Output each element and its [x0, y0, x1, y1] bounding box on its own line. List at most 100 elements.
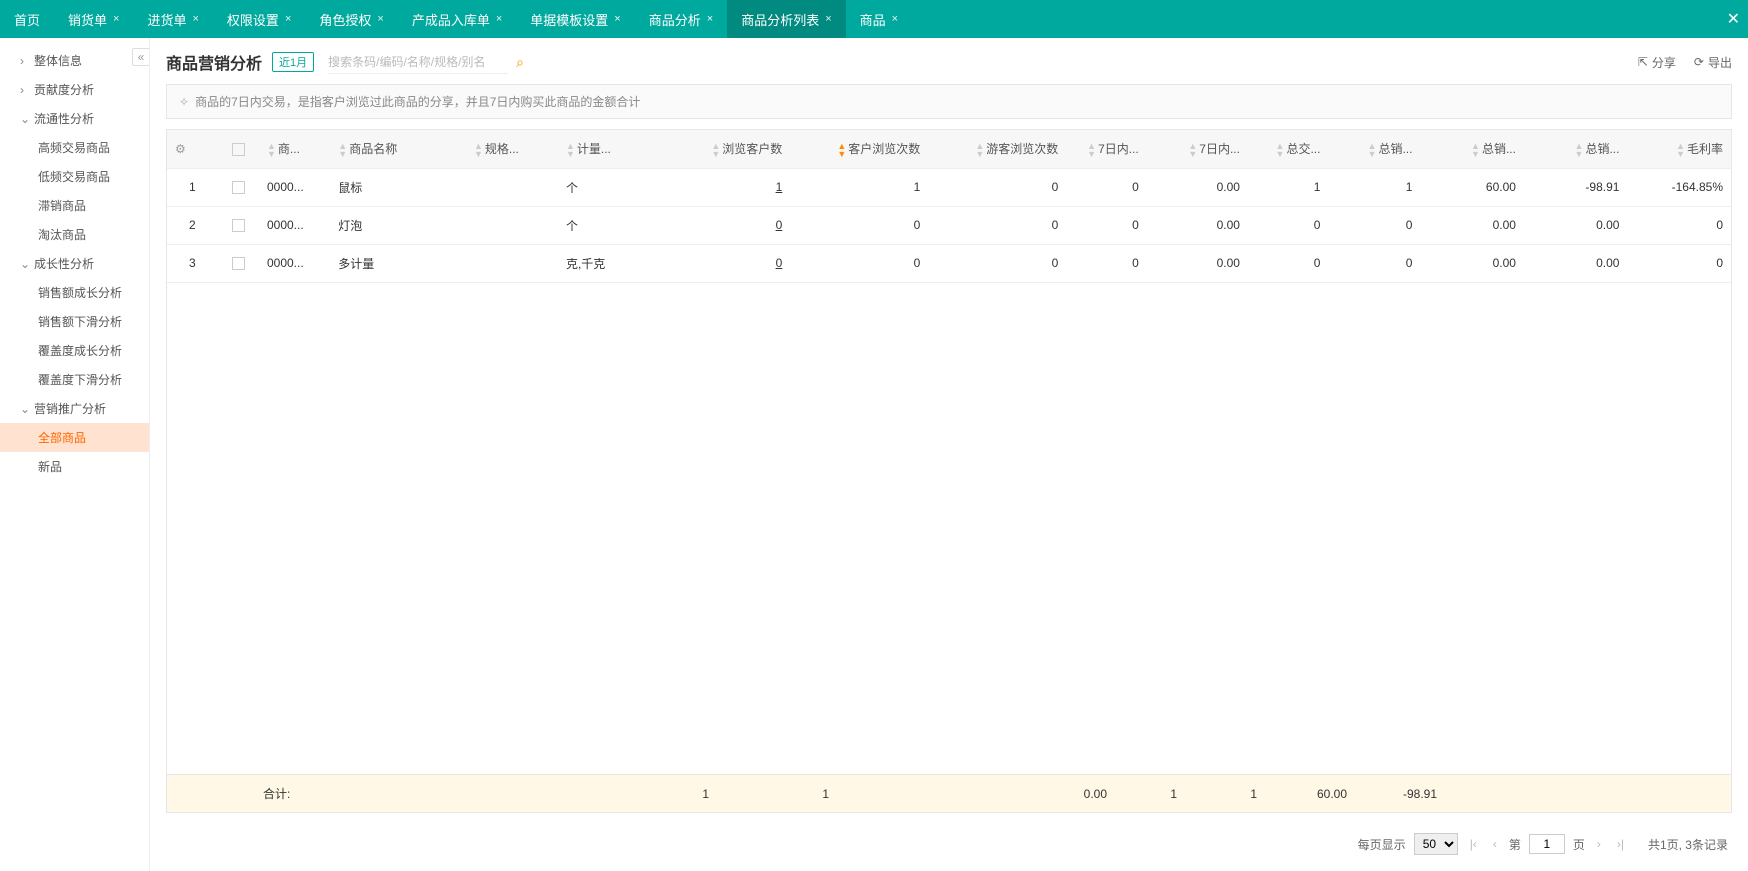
tab-4[interactable]: 角色授权×: [305, 0, 397, 38]
tab-close-icon[interactable]: ×: [496, 13, 502, 25]
col-header-margin[interactable]: ▲▼毛利率: [1627, 130, 1731, 168]
sort-icon[interactable]: ▲▼: [474, 142, 483, 158]
col-header-idx[interactable]: ⚙: [167, 130, 218, 168]
sort-icon[interactable]: ▲▼: [1575, 142, 1584, 158]
col-header-chk[interactable]: [218, 130, 259, 168]
tab-7[interactable]: 商品分析×: [635, 0, 727, 38]
sidebar-item-3-2[interactable]: 覆盖度成长分析: [0, 336, 149, 365]
tab-0[interactable]: 首页: [0, 0, 54, 38]
period-filter[interactable]: 近1月: [272, 52, 314, 72]
title-row: 商品营销分析 近1月 ⌕ ⇱分享 ⟳导出: [166, 50, 1732, 74]
sort-icon[interactable]: ▲▼: [975, 142, 984, 158]
row-checkbox[interactable]: [232, 257, 245, 270]
select-all-checkbox[interactable]: [232, 143, 245, 156]
row-checkbox[interactable]: [232, 219, 245, 232]
sidebar-item-2-0[interactable]: 高频交易商品: [0, 133, 149, 162]
sidebar-item-4-0[interactable]: 全部商品: [0, 423, 149, 452]
horizontal-scrollbar[interactable]: [166, 813, 1732, 823]
cell-total_deals: 0: [1248, 244, 1329, 282]
prev-page-button[interactable]: ‹: [1489, 837, 1501, 851]
sidebar-section-4[interactable]: ⌄营销推广分析: [0, 394, 149, 423]
tab-8[interactable]: 商品分析列表×: [727, 0, 845, 38]
sort-icon[interactable]: ▲▼: [1188, 142, 1197, 158]
search-input[interactable]: [328, 51, 508, 74]
col-header-code[interactable]: ▲▼商...: [259, 130, 330, 168]
col-header-total_amount[interactable]: ▲▼总销...: [1420, 130, 1524, 168]
col-header-in7amt[interactable]: ▲▼7日内...: [1147, 130, 1248, 168]
cell-margin: 0: [1627, 206, 1731, 244]
tab-close-icon[interactable]: ×: [377, 13, 383, 25]
sort-icon[interactable]: ▲▼: [267, 142, 276, 158]
tab-close-icon[interactable]: ×: [892, 13, 898, 25]
tab-3[interactable]: 权限设置×: [213, 0, 305, 38]
search-icon[interactable]: ⌕: [516, 54, 524, 71]
col-header-spec[interactable]: ▲▼规格...: [466, 130, 558, 168]
sort-icon[interactable]: ▲▼: [1471, 142, 1480, 158]
cell-total_profit: -98.91: [1524, 168, 1628, 206]
search-box: ⌕: [328, 51, 524, 74]
sort-icon[interactable]: ▲▼: [1087, 142, 1096, 158]
tab-9[interactable]: 商品×: [846, 0, 912, 38]
sidebar-section-0[interactable]: ›整体信息: [0, 46, 149, 75]
next-page-button[interactable]: ›: [1593, 837, 1605, 851]
visitors-link[interactable]: 0: [776, 256, 783, 270]
tab-close-icon[interactable]: ×: [707, 13, 713, 25]
tab-close-icon[interactable]: ×: [113, 13, 119, 25]
total-code: 合计:: [255, 785, 317, 802]
visitors-link[interactable]: 0: [776, 218, 783, 232]
col-header-name[interactable]: ▲▼商品名称: [330, 130, 466, 168]
sidebar-item-2-1[interactable]: 低频交易商品: [0, 162, 149, 191]
sidebar-item-3-0[interactable]: 销售额成长分析: [0, 278, 149, 307]
share-icon: ⇱: [1638, 55, 1648, 69]
col-header-in7[interactable]: ▲▼7日内...: [1066, 130, 1147, 168]
tab-1[interactable]: 销货单×: [54, 0, 133, 38]
col-header-cust_visits[interactable]: ▲▼客户浏览次数: [790, 130, 928, 168]
cell-total_amount: 60.00: [1420, 168, 1524, 206]
sort-icon[interactable]: ▲▼: [837, 142, 846, 158]
sidebar-collapse-button[interactable]: «: [132, 48, 150, 66]
sidebar-item-3-3[interactable]: 覆盖度下滑分析: [0, 365, 149, 394]
tab-5[interactable]: 产成品入库单×: [398, 0, 516, 38]
tab-close-icon[interactable]: ×: [285, 13, 291, 25]
sidebar-section-3[interactable]: ⌄成长性分析: [0, 249, 149, 278]
col-header-total_sales[interactable]: ▲▼总销...: [1328, 130, 1420, 168]
share-button[interactable]: ⇱分享: [1638, 54, 1676, 71]
cell-in7amt: 0.00: [1147, 206, 1248, 244]
cell-code: 0000...: [259, 244, 330, 282]
tab-6[interactable]: 单据模板设置×: [516, 0, 634, 38]
sort-icon[interactable]: ▲▼: [1368, 142, 1377, 158]
last-page-button[interactable]: ›|: [1613, 837, 1628, 851]
sidebar-section-1[interactable]: ›贡献度分析: [0, 75, 149, 104]
close-all-tabs[interactable]: ✕: [1727, 0, 1740, 38]
sidebar-item-3-1[interactable]: 销售额下滑分析: [0, 307, 149, 336]
cell-name: 多计量: [330, 244, 466, 282]
table-row: 10000...鼠标个11000.001160.00-98.91-164.85%: [167, 168, 1731, 206]
page-input[interactable]: [1529, 834, 1565, 854]
sidebar-item-4-1[interactable]: 新品: [0, 452, 149, 481]
sort-icon[interactable]: ▲▼: [711, 142, 720, 158]
sidebar-item-2-2[interactable]: 滞销商品: [0, 191, 149, 220]
col-header-visitors[interactable]: ▲▼浏览客户数: [641, 130, 791, 168]
sort-icon[interactable]: ▲▼: [1676, 142, 1685, 158]
sort-icon[interactable]: ▲▼: [338, 142, 347, 158]
tab-close-icon[interactable]: ×: [192, 13, 198, 25]
tab-close-icon[interactable]: ×: [825, 13, 831, 25]
col-header-guest_visits[interactable]: ▲▼游客浏览次数: [928, 130, 1066, 168]
row-checkbox[interactable]: [232, 181, 245, 194]
sidebar-item-2-3[interactable]: 淘汰商品: [0, 220, 149, 249]
tab-close-icon[interactable]: ×: [614, 13, 620, 25]
sort-icon[interactable]: ▲▼: [566, 142, 575, 158]
sort-icon[interactable]: ▲▼: [1276, 142, 1285, 158]
col-header-total_profit[interactable]: ▲▼总销...: [1524, 130, 1628, 168]
data-table: ⚙ ▲▼商...▲▼商品名称▲▼规格...▲▼计量...▲▼浏览客户数▲▼客户浏览…: [167, 130, 1731, 283]
tab-2[interactable]: 进货单×: [133, 0, 212, 38]
col-header-total_deals[interactable]: ▲▼总交...: [1248, 130, 1329, 168]
first-page-button[interactable]: |‹: [1466, 837, 1481, 851]
sidebar-section-2[interactable]: ⌄流通性分析: [0, 104, 149, 133]
export-button[interactable]: ⟳导出: [1694, 54, 1732, 71]
visitors-link[interactable]: 1: [776, 180, 783, 194]
cell-in7: 0: [1066, 244, 1147, 282]
page-size-select[interactable]: 50: [1414, 833, 1458, 855]
gear-icon[interactable]: ⚙: [175, 142, 186, 156]
col-header-unit[interactable]: ▲▼计量...: [558, 130, 641, 168]
